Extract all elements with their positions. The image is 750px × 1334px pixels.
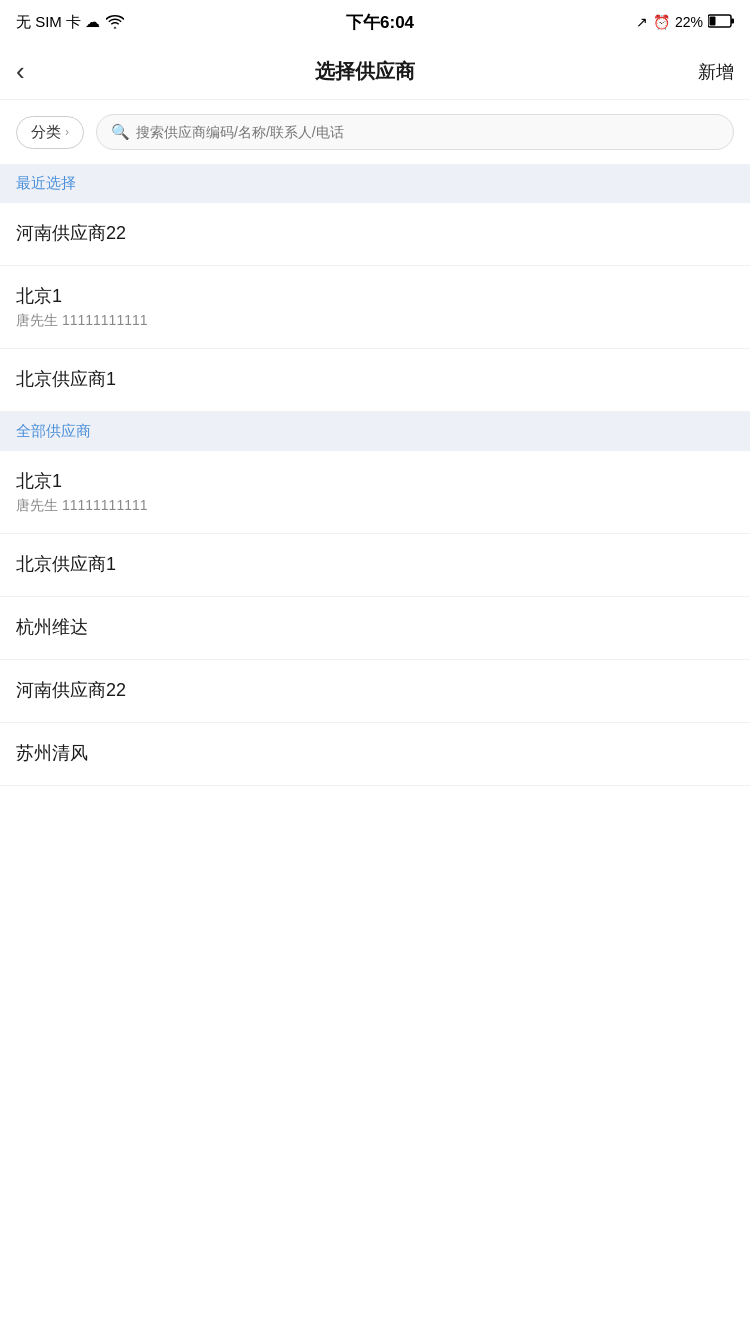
add-button[interactable]: 新增 — [698, 60, 734, 84]
recent-section-header: 最近选择 — [0, 164, 750, 203]
list-item[interactable]: 杭州维达 — [0, 597, 750, 660]
list-item[interactable]: 河南供应商22 — [0, 203, 750, 266]
svg-rect-2 — [731, 18, 734, 23]
alarm-icon: ⏰ — [653, 14, 670, 30]
list-item[interactable]: 北京供应商1 — [0, 349, 750, 412]
item-name: 北京供应商1 — [16, 367, 734, 391]
status-right: ↗ ⏰ 22% — [636, 14, 734, 31]
list-item[interactable]: 北京1 唐先生 11111111111 — [0, 266, 750, 349]
search-box[interactable]: 🔍 — [96, 114, 734, 150]
all-section-header: 全部供应商 — [0, 412, 750, 451]
item-name: 北京1 — [16, 284, 734, 308]
list-item[interactable]: 河南供应商22 — [0, 660, 750, 723]
item-name: 北京1 — [16, 469, 734, 493]
back-button[interactable]: ‹ — [8, 48, 33, 95]
sim-status: 无 SIM 卡 ☁ — [16, 13, 100, 32]
item-contact: 唐先生 11111111111 — [16, 312, 734, 330]
status-left: 无 SIM 卡 ☁ — [16, 13, 124, 32]
nav-bar: ‹ 选择供应商 新增 — [0, 44, 750, 100]
chevron-right-icon: › — [65, 125, 69, 139]
category-label: 分类 — [31, 123, 61, 142]
svg-rect-1 — [709, 16, 715, 25]
item-name: 杭州维达 — [16, 615, 734, 639]
category-button[interactable]: 分类 › — [16, 116, 84, 149]
battery-svg — [708, 14, 734, 28]
location-icon: ↗ — [636, 14, 648, 30]
battery-icon — [708, 14, 734, 31]
all-section-label: 全部供应商 — [16, 422, 91, 439]
wifi-icon — [106, 15, 124, 29]
filter-bar: 分类 › 🔍 — [0, 100, 750, 164]
item-name: 河南供应商22 — [16, 221, 734, 245]
search-input[interactable] — [136, 124, 719, 140]
status-time: 下午6:04 — [346, 11, 414, 34]
item-name: 北京供应商1 — [16, 552, 734, 576]
list-item[interactable]: 北京1 唐先生 11111111111 — [0, 451, 750, 534]
recent-items-list: 河南供应商22 北京1 唐先生 11111111111 北京供应商1 — [0, 203, 750, 412]
recent-section-label: 最近选择 — [16, 174, 76, 191]
item-name: 河南供应商22 — [16, 678, 734, 702]
item-contact: 唐先生 11111111111 — [16, 497, 734, 515]
search-icon: 🔍 — [111, 123, 130, 141]
list-item[interactable]: 苏州清风 — [0, 723, 750, 786]
battery-percent: 22% — [675, 14, 703, 30]
item-name: 苏州清风 — [16, 741, 734, 765]
page-title: 选择供应商 — [315, 58, 415, 85]
list-item[interactable]: 北京供应商1 — [0, 534, 750, 597]
status-bar: 无 SIM 卡 ☁ 下午6:04 ↗ ⏰ 22% — [0, 0, 750, 44]
all-items-list: 北京1 唐先生 11111111111 北京供应商1 杭州维达 河南供应商22 … — [0, 451, 750, 786]
